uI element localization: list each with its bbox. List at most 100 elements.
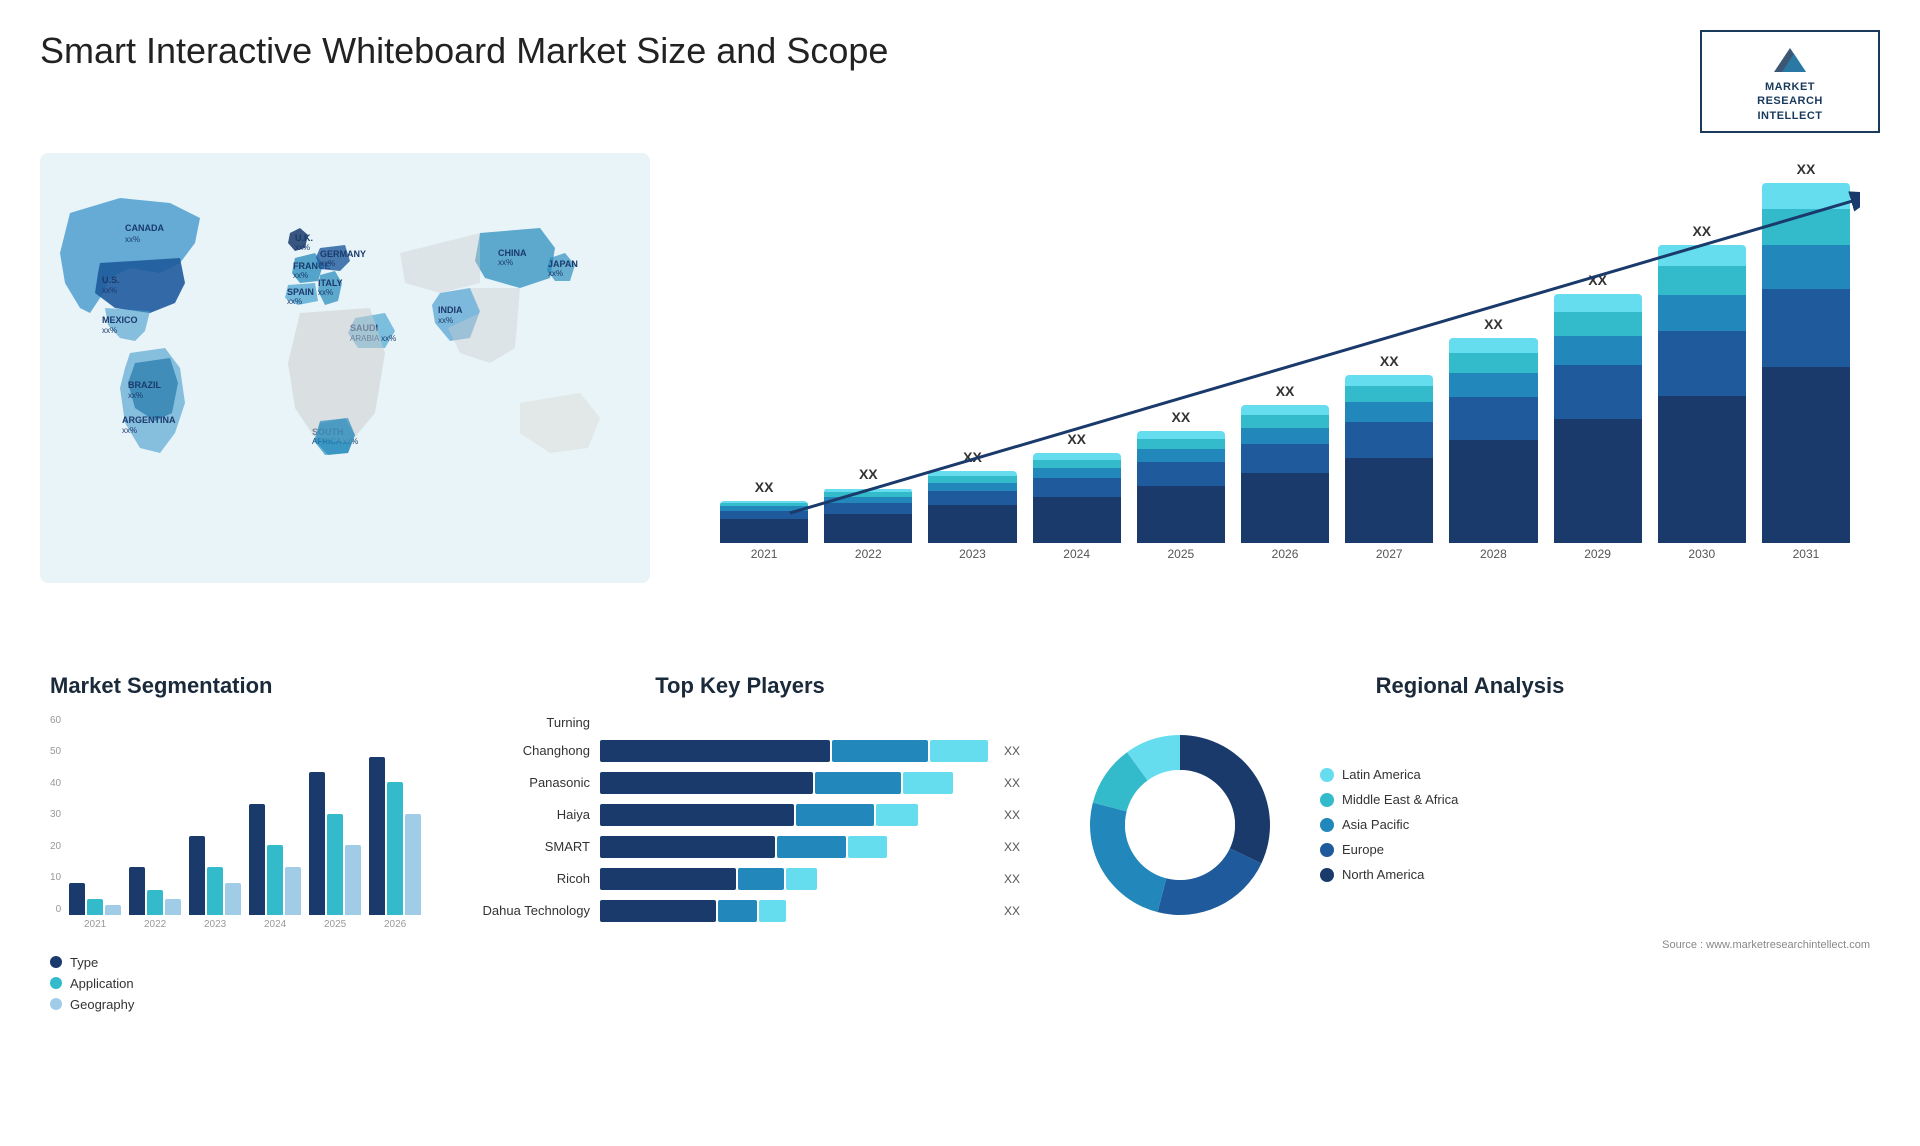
- player-row: ChanghongXX: [460, 740, 1020, 762]
- segmentation-section: Market Segmentation 0 10 20 30 40 50 60: [40, 663, 420, 1022]
- growth-bar-group: XX: [824, 466, 912, 543]
- bar-stack: [1033, 453, 1121, 543]
- seg-bar: [105, 905, 121, 915]
- growth-bar-value: XX: [1067, 431, 1086, 447]
- svg-text:xx%: xx%: [128, 391, 143, 400]
- seg-year-group: [249, 804, 301, 915]
- bar-segment: [928, 483, 1016, 491]
- svg-text:xx%: xx%: [320, 259, 335, 268]
- seg-bar: [87, 899, 103, 915]
- seg-bar: [387, 782, 403, 915]
- regional-legend: Latin AmericaMiddle East & AfricaAsia Pa…: [1320, 767, 1458, 882]
- player-bar-segment: [796, 804, 874, 826]
- player-value: XX: [1004, 808, 1020, 822]
- growth-bar-group: XX: [928, 449, 1016, 543]
- growth-bar-group: XX: [1033, 431, 1121, 543]
- bar-segment: [1554, 312, 1642, 336]
- bar-segment: [1762, 209, 1850, 245]
- seg-bar: [165, 899, 181, 915]
- bottom-section: Market Segmentation 0 10 20 30 40 50 60: [40, 663, 1880, 1022]
- growth-x-label: 2025: [1137, 547, 1225, 561]
- bar-segment: [928, 476, 1016, 483]
- bar-segment: [1762, 289, 1850, 367]
- svg-text:CHINA: CHINA: [498, 248, 527, 258]
- svg-text:xx%: xx%: [295, 243, 310, 252]
- svg-text:xx%: xx%: [293, 271, 308, 280]
- growth-x-label: 2024: [1033, 547, 1121, 561]
- svg-text:ARGENTINA: ARGENTINA: [122, 415, 176, 425]
- bar-segment: [1241, 428, 1329, 444]
- regional-title: Regional Analysis: [1070, 673, 1870, 699]
- growth-x-label: 2023: [928, 547, 1016, 561]
- seg-bar: [285, 867, 301, 915]
- bar-segment: [1345, 422, 1433, 458]
- segmentation-legend: Type Application Geography: [50, 955, 410, 1012]
- key-players-section: Top Key Players Turning ChanghongXX Panaso…: [450, 663, 1030, 1022]
- bar-segment: [1033, 453, 1121, 460]
- svg-text:xx%: xx%: [438, 316, 453, 325]
- seg-year-group: [309, 772, 361, 915]
- bar-segment: [1137, 431, 1225, 439]
- legend-application: Application: [50, 976, 410, 991]
- main-grid: CANADA xx% U.S. xx% MEXICO xx% BRAZIL xx…: [40, 153, 1880, 1022]
- player-bar-segment: [786, 868, 817, 890]
- bar-segment: [928, 491, 1016, 506]
- seg-x-label: 2024: [249, 919, 301, 930]
- growth-x-label: 2027: [1345, 547, 1433, 561]
- player-bar-segment: [930, 740, 988, 762]
- player-name: Dahua Technology: [460, 903, 590, 918]
- players-list: TurningChanghongXXPanasonicXXHaiyaXXSMAR…: [460, 715, 1020, 922]
- bar-segment: [1762, 245, 1850, 289]
- bar-segment: [1345, 386, 1433, 402]
- player-row: PanasonicXX: [460, 772, 1020, 794]
- bar-segment: [1241, 415, 1329, 428]
- seg-bars: [65, 715, 421, 915]
- world-map: CANADA xx% U.S. xx% MEXICO xx% BRAZIL xx…: [40, 153, 650, 583]
- bar-segment: [1137, 462, 1225, 486]
- source-text: Source : www.marketresearchintellect.com: [1070, 939, 1870, 951]
- regional-legend-item: Europe: [1320, 842, 1458, 857]
- bar-segment: [1449, 373, 1537, 397]
- seg-bar: [249, 804, 265, 915]
- svg-text:xx%: xx%: [102, 326, 117, 335]
- bar-segment: [1241, 405, 1329, 415]
- players-title: Top Key Players: [460, 673, 1020, 699]
- regional-legend-item: Middle East & Africa: [1320, 792, 1458, 807]
- seg-x-label: 2026: [369, 919, 421, 930]
- svg-text:JAPAN: JAPAN: [548, 259, 578, 269]
- svg-text:xx%: xx%: [548, 269, 563, 278]
- growth-chart-section: XXXXXXXXXXXXXXXXXXXXXX 20212022202320242…: [690, 153, 1880, 633]
- player-name: SMART: [460, 839, 590, 854]
- donut-chart: [1070, 715, 1290, 935]
- bar-segment: [824, 514, 912, 543]
- growth-bar-value: XX: [1276, 383, 1295, 399]
- svg-text:xx%: xx%: [122, 426, 137, 435]
- logo: MARKET RESEARCH INTELLECT: [1700, 30, 1880, 133]
- bar-segment: [1554, 336, 1642, 365]
- growth-chart: XXXXXXXXXXXXXXXXXXXXXX 20212022202320242…: [710, 163, 1860, 593]
- legend-type: Type: [50, 955, 410, 970]
- bar-segment: [1449, 397, 1537, 441]
- seg-x-label: 2022: [129, 919, 181, 930]
- page-title: Smart Interactive Whiteboard Market Size…: [40, 30, 888, 72]
- player-bars: [600, 804, 988, 826]
- player-name: Turning: [460, 715, 590, 730]
- growth-x-label: 2030: [1658, 547, 1746, 561]
- seg-bar: [189, 836, 205, 915]
- growth-x-label: 2021: [720, 547, 808, 561]
- bar-segment: [1345, 402, 1433, 422]
- bar-segment: [1658, 266, 1746, 295]
- bar-segment: [1137, 486, 1225, 543]
- player-value: XX: [1004, 744, 1020, 758]
- bar-segment: [1449, 440, 1537, 543]
- seg-bar: [405, 814, 421, 915]
- bar-segment: [928, 505, 1016, 542]
- seg-bar: [345, 845, 361, 915]
- type-dot: [50, 956, 62, 968]
- player-bar-segment: [600, 772, 813, 794]
- regional-legend-label: North America: [1342, 867, 1424, 882]
- player-bar-segment: [903, 772, 953, 794]
- seg-y-axis: 0 10 20 30 40 50 60: [50, 715, 65, 915]
- seg-bar: [69, 883, 85, 915]
- bar-segment: [720, 511, 808, 519]
